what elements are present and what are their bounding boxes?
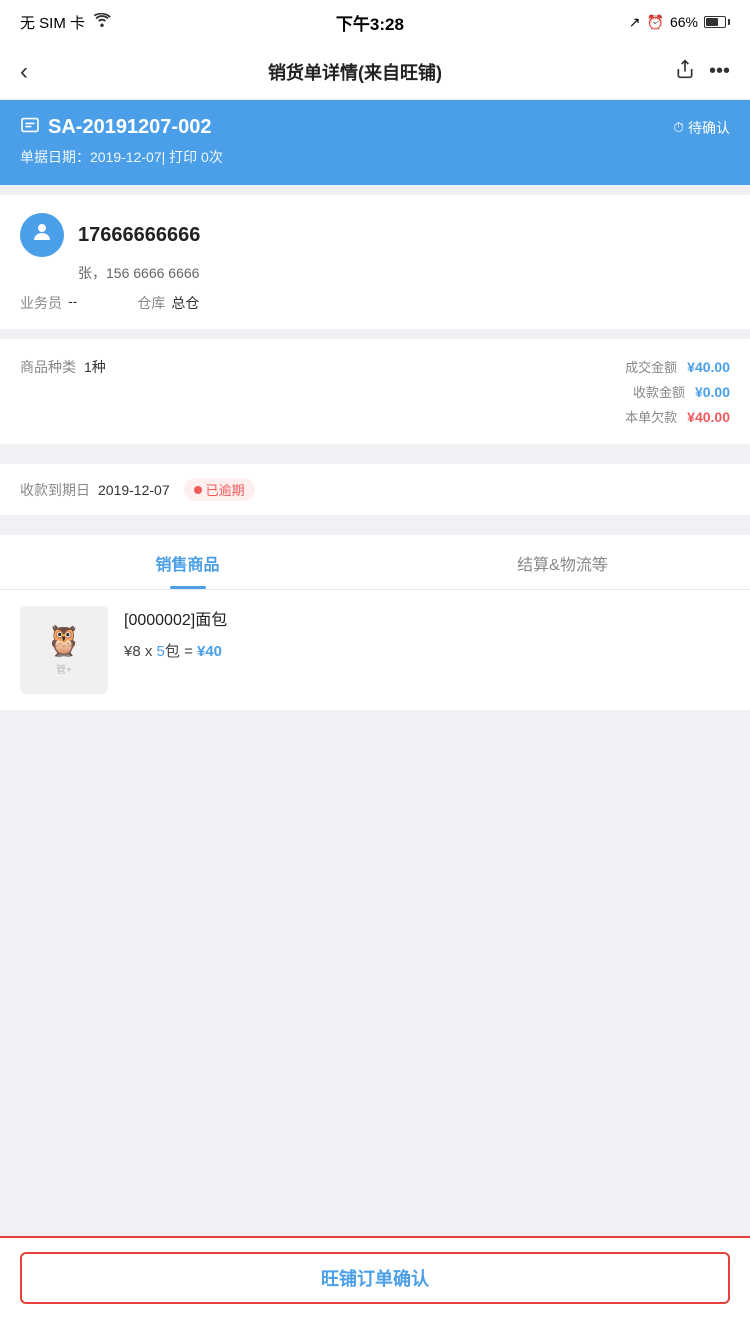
due-date-section: 收款到期日 2019-12-07 已逾期 xyxy=(0,464,750,515)
status-right: ↗ ⏰ 66% xyxy=(629,14,730,31)
product-type-group: 商品种类 1种 xyxy=(20,357,106,377)
tabs-section: 销售商品 结算&物流等 xyxy=(0,535,750,590)
debt-amount-label: 本单欠款 xyxy=(625,407,677,426)
product-code: [0000002] xyxy=(124,612,195,629)
order-id-section: SA-20191207-002 xyxy=(20,116,211,139)
warehouse-value: 总仓 xyxy=(171,293,199,313)
nav-bar: ‹ 销货单详情(来自旺铺) ••• xyxy=(0,44,750,100)
tab-sales-goods-label: 销售商品 xyxy=(155,557,219,574)
page-title: 销货单详情(来自旺铺) xyxy=(60,59,650,85)
customer-phone: 17666666666 xyxy=(78,224,200,247)
received-amount-row: 收款金额 ¥0.00 xyxy=(633,382,730,401)
status-bar: 无 SIM 卡 下午3:28 ↗ ⏰ 66% xyxy=(0,0,750,44)
tab-underline xyxy=(170,586,206,589)
thumb-brand-text: 管+ xyxy=(56,661,72,676)
sales-rep-value: -- xyxy=(68,293,77,313)
product-multiply: x xyxy=(145,643,153,660)
status-time: 下午3:28 xyxy=(336,10,404,35)
more-button[interactable]: ••• xyxy=(709,60,730,83)
confirm-order-label: 旺铺订单确认 xyxy=(321,1265,429,1291)
order-status: ⏱ 待确认 xyxy=(673,118,730,138)
status-left: 无 SIM 卡 xyxy=(20,12,111,33)
tab-settlement[interactable]: 结算&物流等 xyxy=(375,535,750,589)
product-title: 面包 xyxy=(195,612,227,629)
print-count: 0 xyxy=(201,149,209,165)
transaction-amount-label: 成交金额 xyxy=(625,357,677,376)
order-status-text: 待确认 xyxy=(688,118,730,138)
product-total: ¥40 xyxy=(197,643,222,660)
section-divider-2 xyxy=(0,444,750,454)
order-date: 单据日期：2019-12-07| 打印 0次 xyxy=(20,147,730,167)
battery-icon xyxy=(704,16,730,28)
product-type-label: 商品种类 xyxy=(20,357,76,377)
product-thumbnail: 🦉 管+ xyxy=(20,606,108,694)
order-date-label: 单据日期： xyxy=(20,149,90,165)
person-icon xyxy=(30,220,54,250)
product-row: 🦉 管+ [0000002]面包 ¥8 x 5包 = ¥40 xyxy=(20,606,730,694)
product-info: [0000002]面包 ¥8 x 5包 = ¥40 xyxy=(124,606,730,661)
product-unit: 包 xyxy=(165,643,180,660)
due-date-label: 收款到期日 xyxy=(20,480,90,500)
avatar xyxy=(20,213,64,257)
section-divider-1 xyxy=(0,329,750,339)
amounts-group: 成交金额 ¥40.00 收款金额 ¥0.00 本单欠款 ¥40.00 xyxy=(625,357,730,426)
customer-section: 17666666666 张，156 6666 6666 业务员 -- 仓库 总仓 xyxy=(0,195,750,329)
overdue-badge: 已逾期 xyxy=(184,478,255,501)
transaction-amount-value: ¥40.00 xyxy=(687,359,730,375)
customer-header-row: 17666666666 xyxy=(20,213,730,257)
sales-rep-item: 业务员 -- xyxy=(20,293,77,313)
clock-icon: ⏱ xyxy=(673,119,684,136)
wifi-icon xyxy=(93,13,111,31)
debt-amount-row: 本单欠款 ¥40.00 xyxy=(625,407,730,426)
product-unit-price: ¥8 xyxy=(124,643,141,660)
sales-rep-label: 业务员 xyxy=(20,293,62,313)
confirm-order-button[interactable]: 旺铺订单确认 xyxy=(20,1252,730,1304)
received-amount-value: ¥0.00 xyxy=(695,384,730,400)
alarm-icon: ⏰ xyxy=(647,14,664,31)
quantity-value: 5 xyxy=(157,643,165,660)
customer-name: 张，156 6666 6666 xyxy=(78,263,730,283)
back-button[interactable]: ‹ xyxy=(20,58,60,86)
battery-percent: 66% xyxy=(670,14,698,30)
print-label: | 打印 xyxy=(162,149,198,165)
product-type-value: 1种 xyxy=(84,357,106,377)
summary-section: 商品种类 1种 成交金额 ¥40.00 收款金额 ¥0.00 本单欠款 ¥40.… xyxy=(0,339,750,444)
order-icon xyxy=(20,116,40,139)
order-date-value: 2019-12-07 xyxy=(90,149,162,165)
product-name: [0000002]面包 xyxy=(124,606,730,630)
order-id-text: SA-20191207-002 xyxy=(48,116,211,139)
tab-settlement-label: 结算&物流等 xyxy=(517,557,608,574)
product-section: 🦉 管+ [0000002]面包 ¥8 x 5包 = ¥40 xyxy=(0,590,750,710)
warehouse-item: 仓库 总仓 xyxy=(137,293,199,313)
transaction-amount-row: 成交金额 ¥40.00 xyxy=(625,357,730,376)
overdue-text: 已逾期 xyxy=(206,480,245,499)
warehouse-label: 仓库 xyxy=(137,293,165,313)
customer-meta: 业务员 -- 仓库 总仓 xyxy=(20,293,730,313)
due-date-value: 2019-12-07 xyxy=(98,482,170,498)
location-icon: ↗ xyxy=(629,14,641,31)
overdue-dot-icon xyxy=(194,486,202,494)
bottom-bar: 旺铺订单确认 xyxy=(0,1236,750,1334)
debt-amount-value: ¥40.00 xyxy=(687,409,730,425)
product-thumb-logo: 🦉 管+ xyxy=(45,624,82,676)
received-amount-label: 收款金额 xyxy=(633,382,685,401)
nav-actions: ••• xyxy=(650,59,730,85)
tab-sales-goods[interactable]: 销售商品 xyxy=(0,535,375,589)
print-suffix: 次 xyxy=(209,149,223,165)
carrier-label: 无 SIM 卡 xyxy=(20,12,85,33)
bottom-spacer xyxy=(0,710,750,930)
tabs-row: 销售商品 结算&物流等 xyxy=(0,535,750,590)
product-price-row: ¥8 x 5包 = ¥40 xyxy=(124,640,730,661)
order-header: SA-20191207-002 ⏱ 待确认 单据日期：2019-12-07| 打… xyxy=(0,100,750,185)
share-button[interactable] xyxy=(675,59,695,85)
equals-symbol: = xyxy=(184,643,193,660)
section-divider-3 xyxy=(0,515,750,525)
